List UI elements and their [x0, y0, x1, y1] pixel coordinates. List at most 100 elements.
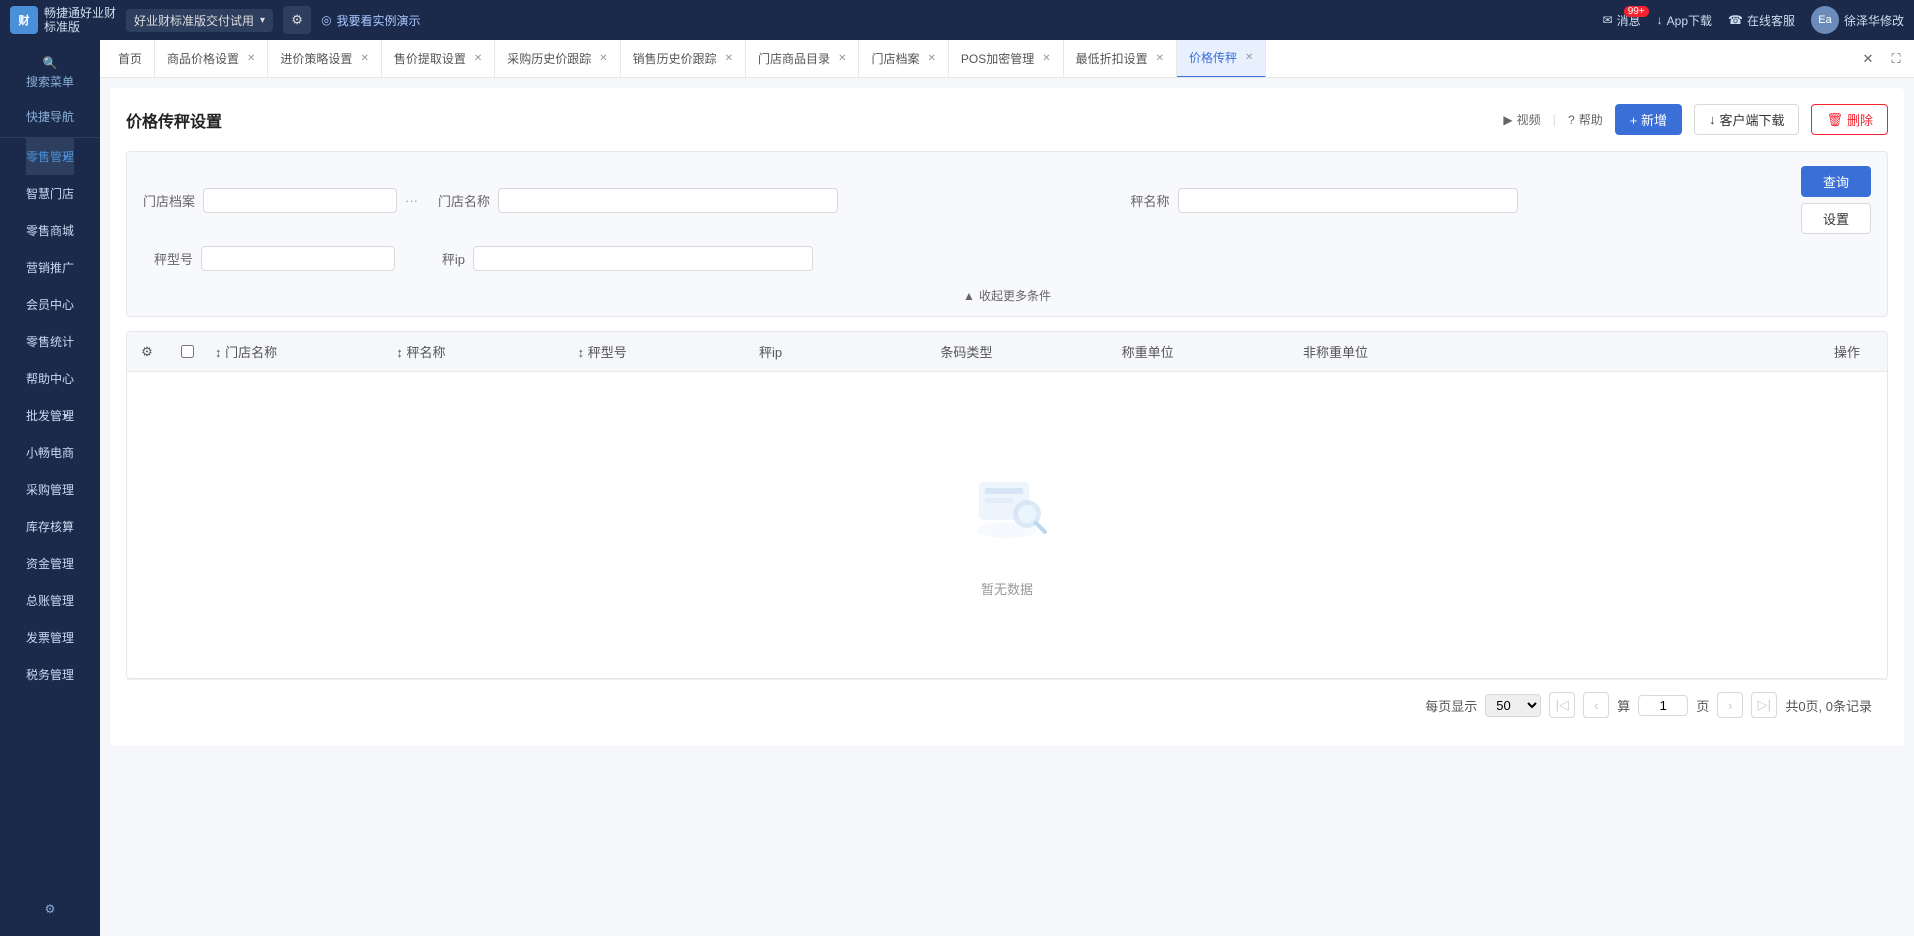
tab-close-icon[interactable]: ✕	[474, 53, 482, 64]
sidebar-item-member[interactable]: 会员中心	[26, 286, 74, 323]
page-suffix: 页	[1696, 696, 1709, 715]
add-btn-label: + 新增	[1630, 110, 1667, 129]
tab-close-icon[interactable]: ✕	[927, 53, 935, 64]
up-icon: ▲	[963, 289, 975, 303]
arrow-icon: ▾	[64, 152, 68, 161]
search-menu-button[interactable]: 🔍 搜索菜单	[26, 48, 74, 102]
message-icon: ✉	[1603, 13, 1613, 27]
sidebar-item-accounting[interactable]: 总账管理	[26, 582, 74, 619]
last-page-icon: ▷|	[1758, 697, 1771, 713]
sidebar-item-retail-mgmt[interactable]: 零售管理▾	[26, 138, 74, 175]
download-button[interactable]: ↓ 客户端下载	[1694, 104, 1800, 135]
sidebar-item-smart-store[interactable]: 智慧门店	[26, 175, 74, 212]
th-barcode-type-label: 条码类型	[940, 342, 992, 361]
version-settings-button[interactable]: ⚙	[283, 6, 311, 34]
tab-price-settings[interactable]: 商品价格设置✕	[155, 40, 268, 78]
sidebar-item-marketing[interactable]: 营销推广	[26, 249, 74, 286]
filter-scale-name: 秤名称	[1120, 188, 1782, 213]
scale-model-input[interactable]	[201, 246, 395, 271]
tab-min-discount[interactable]: 最低折扣设置 ✕	[1064, 40, 1177, 78]
delete-button[interactable]: 🗑 删除	[1811, 104, 1888, 135]
video-link[interactable]: ▶ 视频	[1503, 111, 1540, 128]
page-body: 价格传秤设置 ▶ 视频 | ? 帮助 + 新增	[110, 88, 1904, 746]
tab-store-catalog[interactable]: 门店商品目录 ✕	[746, 40, 859, 78]
help-link[interactable]: ? 帮助	[1568, 111, 1603, 128]
sidebar-item-finance[interactable]: 资金管理	[26, 545, 74, 582]
tab-purchase-history[interactable]: 采购历史价跟踪✕	[495, 40, 620, 78]
user-info[interactable]: Ea 徐泽华修改	[1811, 6, 1904, 34]
sidebar-item-wholesale[interactable]: 批发管理▾	[26, 397, 74, 434]
sidebar-gear-button[interactable]: ⚙	[45, 890, 56, 928]
tab-pos-mgmt[interactable]: POS加密管理✕	[949, 40, 1064, 78]
online-service-button[interactable]: ☎ 在线客服	[1728, 12, 1795, 29]
tab-close-icon[interactable]: ✕	[838, 53, 846, 64]
store-profile-dots-icon[interactable]: ···	[405, 193, 418, 208]
quick-nav-button[interactable]: 快捷导航	[0, 102, 100, 138]
query-button[interactable]: 查询	[1801, 166, 1871, 197]
tab-home[interactable]: 首页	[106, 40, 155, 78]
chevron-down-icon: ▾	[260, 15, 265, 26]
first-page-button[interactable]: |◁	[1549, 692, 1575, 718]
tab-close-icon[interactable]: ✕	[247, 53, 255, 64]
tab-sale-history[interactable]: 销售历史价跟踪✕	[621, 40, 746, 78]
table-header: ⚙ ↕ 门店名称 ↕ 秤名称 ↕ 秤型号	[127, 332, 1887, 372]
scale-ip-input[interactable]	[473, 246, 813, 271]
tab-store-profile[interactable]: 门店档案✕	[859, 40, 948, 78]
setup-button[interactable]: 设置	[1801, 203, 1871, 234]
prev-page-button[interactable]: ‹	[1583, 692, 1609, 718]
tab-close-icon[interactable]: ✕	[599, 53, 607, 64]
page-number-input[interactable]	[1638, 695, 1688, 716]
per-page-select[interactable]: 50 10 20 100	[1485, 694, 1541, 717]
tab-label: 进价策略设置	[280, 50, 352, 67]
last-page-button[interactable]: ▷|	[1751, 692, 1777, 718]
tab-close-icon[interactable]: ✕	[1245, 52, 1253, 63]
store-name-input[interactable]	[498, 188, 838, 213]
arrow-icon: ▾	[64, 411, 68, 420]
sidebar-item-inventory[interactable]: 库存核算	[26, 508, 74, 545]
search-menu-label: 搜索菜单	[26, 73, 74, 90]
store-profile-input[interactable]	[203, 188, 397, 213]
store-profile-label: 门店档案	[143, 191, 195, 210]
filter-scale-ip: 秤ip	[415, 246, 1871, 271]
add-button[interactable]: + 新增	[1615, 104, 1682, 135]
demo-link[interactable]: ◎ 我要看实例演示	[321, 12, 421, 29]
sidebar-item-label: 零售商城	[26, 222, 74, 239]
sidebar-item-retail-stats[interactable]: 零售统计	[26, 323, 74, 360]
collapse-button[interactable]: ▲ 收起更多条件	[963, 287, 1051, 304]
sidebar-item-tax[interactable]: 税务管理	[26, 656, 74, 693]
sidebar-item-purchase[interactable]: 采购管理	[26, 471, 74, 508]
messages-button[interactable]: ✉ 消息 99+	[1603, 12, 1641, 29]
sidebar-item-invoice[interactable]: 发票管理	[26, 619, 74, 656]
filter-store-profile: 门店档案 ···	[143, 188, 418, 213]
sidebar-item-retail-mall[interactable]: 零售商城	[26, 212, 74, 249]
scale-name-input[interactable]	[1178, 188, 1518, 213]
query-btn-label: 查询	[1823, 172, 1849, 191]
tab-expand-button[interactable]: ⛶	[1884, 47, 1908, 71]
app-download-button[interactable]: ↓ App下载	[1657, 12, 1712, 29]
sidebar-item-help[interactable]: 帮助中心	[26, 360, 74, 397]
table-wrap: ⚙ ↕ 门店名称 ↕ 秤名称 ↕ 秤型号	[126, 331, 1888, 679]
th-checkbox[interactable]	[167, 335, 207, 368]
next-page-button[interactable]: ›	[1717, 692, 1743, 718]
total-text: 共0页, 0条记录	[1785, 696, 1872, 715]
version-selector[interactable]: 好业财标准版交付试用 ▾	[126, 9, 273, 32]
tab-close-icon[interactable]: ✕	[360, 53, 368, 64]
sidebar-item-label: 零售统计	[26, 333, 74, 350]
tab-label: 门店商品目录	[758, 50, 830, 67]
sidebar-item-label: 智慧门店	[26, 185, 74, 202]
empty-icon	[957, 452, 1057, 567]
tab-close-all-button[interactable]: ✕	[1856, 47, 1880, 71]
tab-sale-extract[interactable]: 售价提取设置✕	[382, 40, 495, 78]
search-icon: 🔍	[43, 56, 58, 70]
th-scale-name-label: ↕ 秤名称	[396, 342, 445, 361]
th-gear[interactable]: ⚙	[127, 334, 167, 370]
tab-label: 最低折扣设置	[1076, 50, 1148, 67]
tab-price-scale[interactable]: 价格传秤✕	[1177, 40, 1266, 78]
tab-purchase-strategy[interactable]: 进价策略设置 ✕	[268, 40, 381, 78]
select-all-checkbox[interactable]	[181, 345, 194, 358]
tab-close-icon[interactable]: ✕	[725, 53, 733, 64]
tab-close-icon[interactable]: ✕	[1156, 53, 1164, 64]
sidebar-item-ecommerce[interactable]: 小畅电商	[26, 434, 74, 471]
tab-close-icon[interactable]: ✕	[1042, 53, 1050, 64]
headset-icon: ☎	[1728, 13, 1743, 27]
